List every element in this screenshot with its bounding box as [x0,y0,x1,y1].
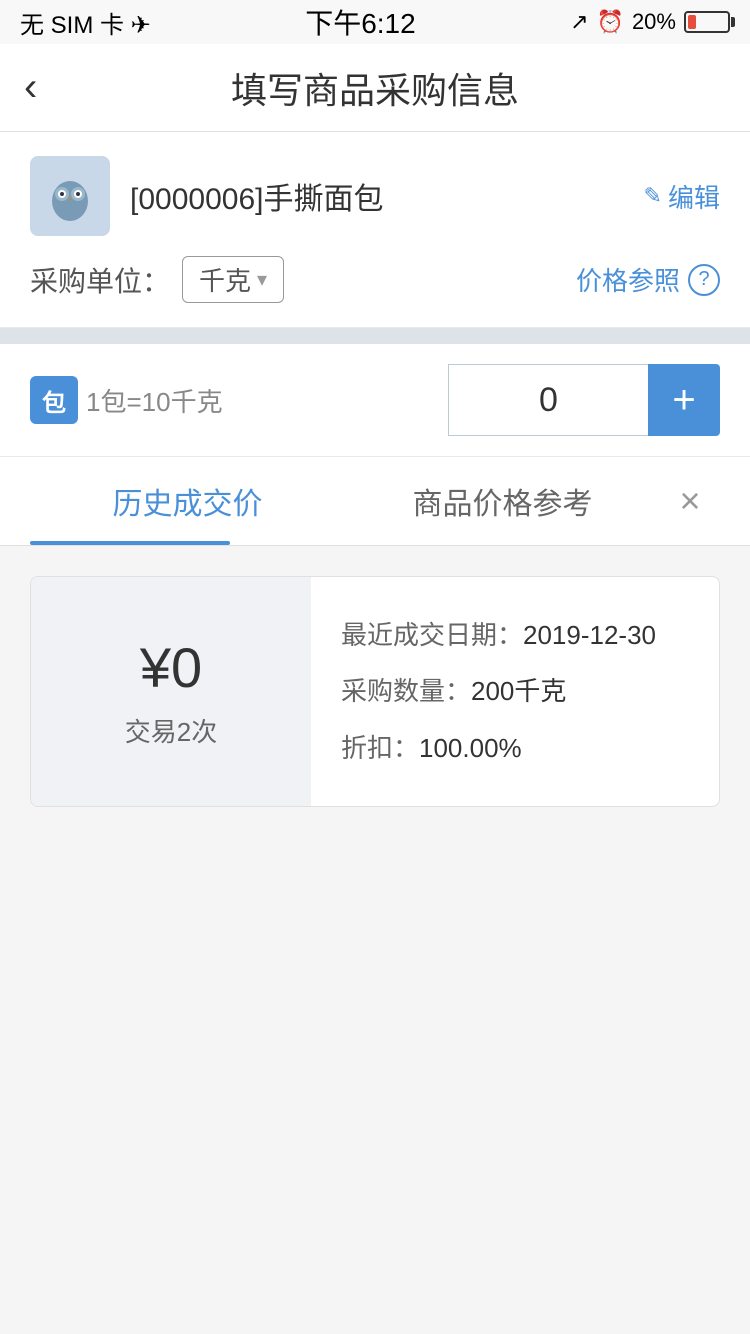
latest-date-value: 2019-12-30 [523,620,656,650]
price-card: ¥0 交易2次 最近成交日期：2019-12-30 采购数量：200千克 折扣：… [30,576,720,807]
edit-label: 编辑 [668,178,720,215]
product-name: [0000006]手撕面包 [130,174,383,218]
product-header: [0000006]手撕面包 ✎ 编辑 [30,156,720,236]
product-title: 手撕面包 [263,183,383,216]
edit-button[interactable]: ✎ 编辑 [644,178,720,215]
product-image [30,156,110,236]
battery-icon [684,11,730,33]
tab-active-indicator [30,541,230,545]
unit-conversion: 1包=10千克 [86,382,223,419]
unit-badge[interactable]: 千克 ▾ [182,256,284,303]
price-card-right: 最近成交日期：2019-12-30 采购数量：200千克 折扣：100.00% [311,577,719,806]
purchase-qty-value: 200千克 [471,676,566,706]
tab-history-price[interactable]: 历史成交价 [30,457,345,545]
tab-product-price-reference[interactable]: 商品价格参考 [345,457,660,545]
product-left: [0000006]手撕面包 [30,156,383,236]
signal-text: 无 SIM 卡 ✈ [20,5,151,40]
price-card-left: ¥0 交易2次 [31,577,311,806]
discount-label: 折扣： [341,733,419,763]
alarm-icon: ⏰ [597,9,624,35]
quantity-section: 包 1包=10千克 0 + [0,344,750,457]
product-meta: 采购单位： 千克 ▾ 价格参照 ? [30,256,720,303]
unit-value: 千克 [199,261,251,298]
status-bar: 无 SIM 卡 ✈ 下午6:12 ↗ ⏰ 20% [0,0,750,44]
content-area: ¥0 交易2次 最近成交日期：2019-12-30 采购数量：200千克 折扣：… [0,546,750,1046]
section-divider [0,328,750,344]
purchase-unit-label: 采购单位： [30,260,170,300]
nav-bar: ‹ 填写商品采购信息 [0,44,750,132]
discount-value: 100.00% [419,733,522,763]
purchase-qty-row: 采购数量：200千克 [341,673,689,709]
status-bar-left: 无 SIM 卡 ✈ [20,5,151,40]
battery-percent: 20% [632,9,676,35]
back-button[interactable]: ‹ [24,65,37,110]
help-icon: ? [688,264,720,296]
quantity-control: 0 + [448,364,720,436]
currency-symbol: ¥ [140,636,171,699]
price-ref-label: 价格参照 [576,261,680,298]
location-icon: ↗ [570,9,588,35]
unit-label: 包 1包=10千克 [30,376,223,424]
unit-character: 包 [30,376,78,424]
purchase-unit: 采购单位： 千克 ▾ [30,256,284,303]
purchase-qty-label: 采购数量： [341,676,471,706]
tab-close-button[interactable]: × [660,471,720,531]
latest-date-label: 最近成交日期： [341,620,523,650]
status-bar-time: 下午6:12 [305,2,416,42]
tabs-section: 历史成交价 商品价格参考 × [0,457,750,546]
quantity-input[interactable]: 0 [448,364,648,436]
chevron-down-icon: ▾ [257,267,267,292]
price-value: 0 [171,636,202,699]
page-title: 填写商品采购信息 [231,62,519,114]
price-amount: ¥0 [140,635,202,700]
owl-svg [40,166,100,226]
tabs-header: 历史成交价 商品价格参考 × [0,457,750,545]
quantity-plus-button[interactable]: + [648,364,720,436]
product-code: [0000006] [130,183,263,216]
latest-date-row: 最近成交日期：2019-12-30 [341,617,689,653]
discount-row: 折扣：100.00% [341,730,689,766]
edit-icon: ✎ [644,183,662,209]
trade-count: 交易2次 [125,712,217,749]
price-reference-button[interactable]: 价格参照 ? [576,261,720,298]
status-bar-right: ↗ ⏰ 20% [570,9,730,35]
product-section: [0000006]手撕面包 ✎ 编辑 采购单位： 千克 ▾ 价格参照 ? [0,132,750,328]
